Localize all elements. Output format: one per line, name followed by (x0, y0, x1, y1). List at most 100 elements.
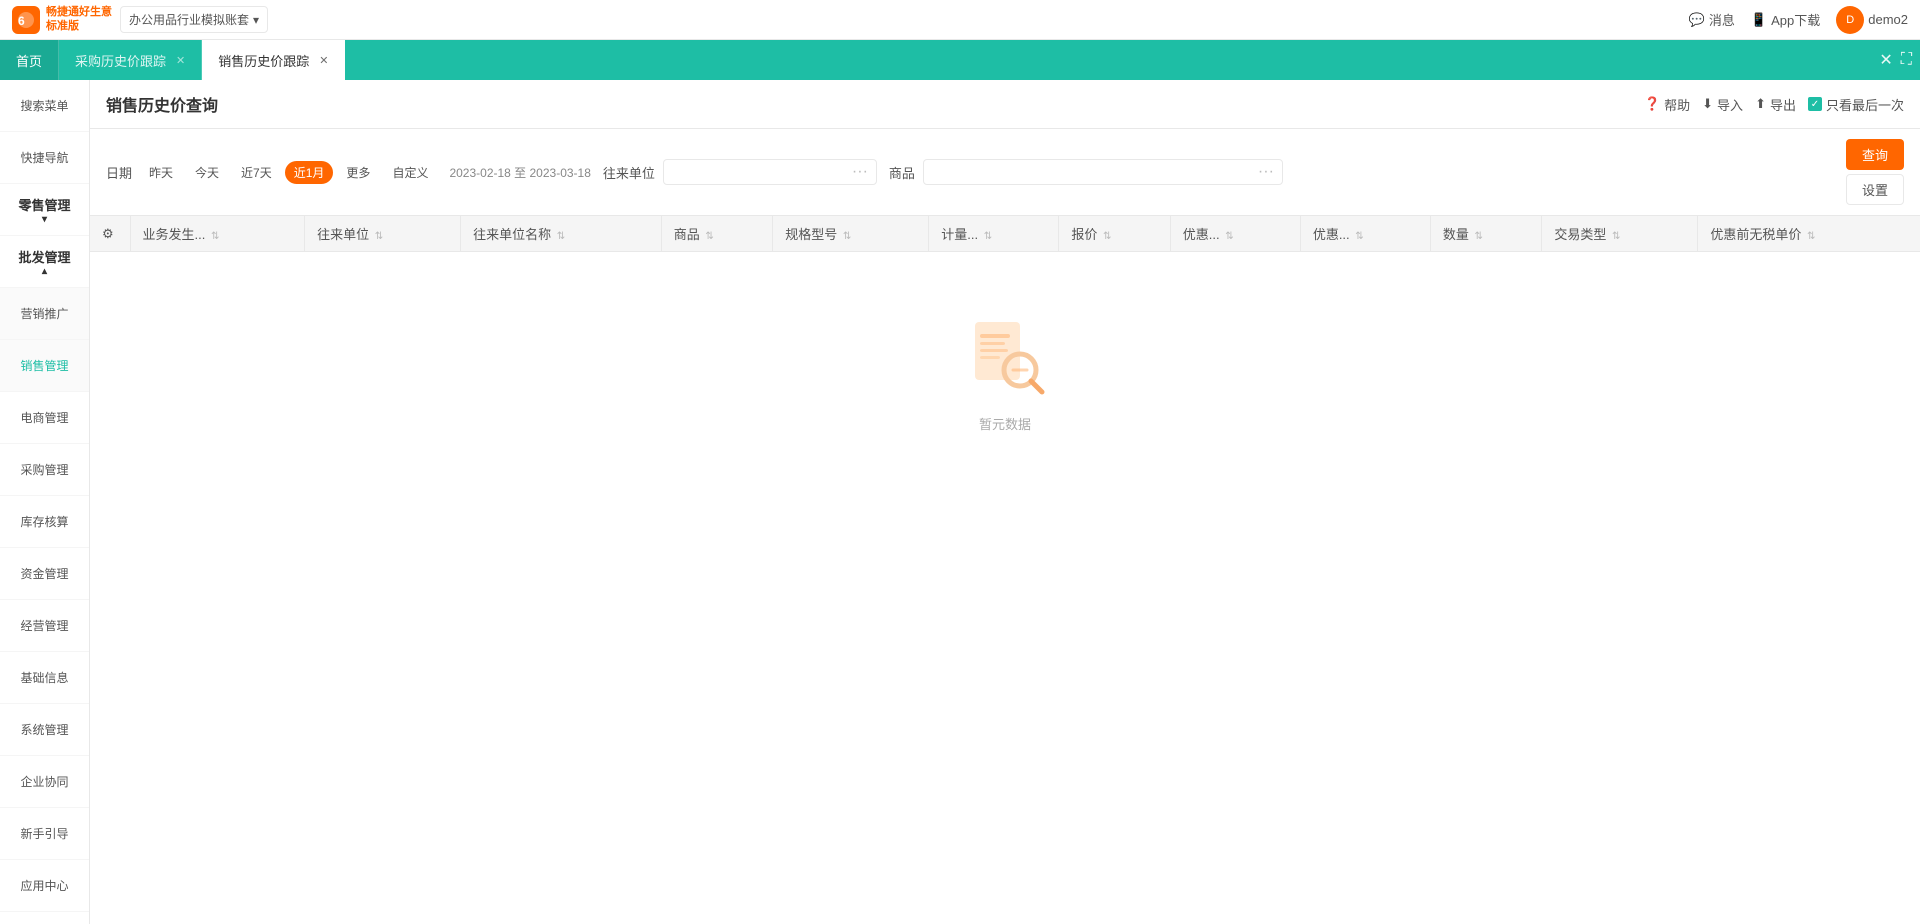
sidebar-item-system[interactable]: 系统管理 (0, 704, 89, 756)
date-filter-group: 日期 昨天 今天 近7天 近1月 更多 自定义 2023-02-18 至 202… (106, 161, 591, 184)
sort-icon-partner-name: ⇅ (557, 231, 565, 242)
export-btn[interactable]: ⬆ 导出 (1755, 95, 1796, 114)
sidebar: 搜索菜单 快捷导航 零售管理 ▾ 批发管理 ▴ 营销推广 销售管理 电商管理 采… (0, 80, 90, 924)
th-settings[interactable]: ⚙ (90, 216, 130, 252)
main-layout: 搜索菜单 快捷导航 零售管理 ▾ 批发管理 ▴ 营销推广 销售管理 电商管理 采… (0, 80, 1920, 924)
date-btn-1month[interactable]: 近1月 (285, 161, 334, 184)
sidebar-label-finance: 资金管理 (20, 565, 68, 582)
sort-icon-spec: ⇅ (843, 231, 851, 242)
th-trade-type[interactable]: 交易类型 ⇅ (1542, 216, 1698, 252)
tab-bar: 首页 采购历史价跟踪 ✕ 销售历史价跟踪 ✕ ✕ ⛶ (0, 40, 1920, 80)
data-table: ⚙ 业务发生... ⇅ 往来单位 ⇅ 往来单位名称 ⇅ (90, 216, 1920, 252)
avatar: D (1836, 6, 1864, 34)
sidebar-item-wholesale-mgmt[interactable]: 批发管理 ▴ (0, 236, 89, 288)
close-sales-tab[interactable]: ✕ (319, 54, 328, 67)
product-input[interactable] (932, 165, 1254, 180)
action-btns: 查询 设置 (1846, 139, 1904, 205)
th-partner-code[interactable]: 往来单位 ⇅ (305, 216, 461, 252)
date-btn-custom[interactable]: 自定义 (383, 161, 437, 184)
th-discount1[interactable]: 优惠... ⇅ (1170, 216, 1300, 252)
th-pretax-price-label: 优惠前无税单价 (1710, 227, 1801, 242)
th-partner-name[interactable]: 往来单位名称 ⇅ (461, 216, 662, 252)
partner-search-icon[interactable]: ··· (852, 163, 868, 181)
th-trade-type-label: 交易类型 (1554, 227, 1606, 242)
th-quantity-label: 数量 (1443, 227, 1469, 242)
settings-icon[interactable]: ⚙ (102, 226, 114, 241)
partner-input-group: ··· (663, 159, 877, 185)
message-icon: 💬 (1689, 12, 1705, 28)
sidebar-item-purchase[interactable]: 采购管理 (0, 444, 89, 496)
sidebar-label-ecommerce: 电商管理 (20, 409, 68, 426)
sidebar-label-app-center: 应用中心 (20, 877, 68, 894)
date-btn-yesterday[interactable]: 昨天 (140, 161, 182, 184)
th-product-label: 商品 (674, 227, 700, 242)
th-quote[interactable]: 报价 ⇅ (1059, 216, 1170, 252)
date-btn-today[interactable]: 今天 (186, 161, 228, 184)
chevron-down-icon: ▾ (42, 214, 47, 225)
app-icon: 📱 (1751, 12, 1767, 28)
sidebar-item-basic-info[interactable]: 基础信息 (0, 652, 89, 704)
th-discount2[interactable]: 优惠... ⇅ (1300, 216, 1430, 252)
sidebar-item-inventory[interactable]: 库存核算 (0, 496, 89, 548)
sidebar-item-corp-wechat[interactable]: 企业微信 (0, 912, 89, 924)
close-all-tabs-btn[interactable]: ✕ (1879, 50, 1892, 70)
product-input-group: ··· (923, 159, 1283, 185)
message-btn[interactable]: 💬 消息 (1689, 10, 1735, 29)
sidebar-item-finance[interactable]: 资金管理 (0, 548, 89, 600)
sidebar-label-marketing: 营销推广 (20, 305, 68, 322)
sidebar-label-inventory: 库存核算 (20, 513, 68, 530)
help-btn[interactable]: ❓ 帮助 (1644, 95, 1690, 114)
th-quantity[interactable]: 数量 ⇅ (1430, 216, 1541, 252)
help-label: 帮助 (1664, 95, 1690, 114)
user-btn[interactable]: D demo2 (1836, 6, 1908, 34)
export-label: 导出 (1770, 95, 1796, 114)
tab-home[interactable]: 首页 (0, 40, 59, 80)
th-biz-date[interactable]: 业务发生... ⇅ (130, 216, 305, 252)
sidebar-item-retail-mgmt[interactable]: 零售管理 ▾ (0, 184, 89, 236)
help-icon: ❓ (1644, 96, 1660, 112)
page-actions: ❓ 帮助 ⬇ 导入 ⬆ 导出 只看最后一次 (1644, 95, 1904, 114)
setting-button[interactable]: 设置 (1846, 174, 1904, 205)
product-search-icon[interactable]: ··· (1258, 163, 1274, 181)
app-download-btn[interactable]: 📱 App下载 (1751, 10, 1820, 29)
query-button[interactable]: 查询 (1846, 139, 1904, 170)
workspace-selector[interactable]: 办公用品行业模拟账套 ▾ (120, 6, 268, 33)
empty-text: 暂元数据 (979, 414, 1031, 433)
close-purchase-tab[interactable]: ✕ (176, 54, 185, 67)
th-product[interactable]: 商品 ⇅ (661, 216, 772, 252)
filter-bar: 日期 昨天 今天 近7天 近1月 更多 自定义 2023-02-18 至 202… (90, 129, 1920, 216)
sidebar-item-app-center[interactable]: 应用中心 (0, 860, 89, 912)
date-btn-7days[interactable]: 近7天 (232, 161, 281, 184)
partner-filter-label: 往来单位 (603, 163, 655, 182)
sidebar-item-sales-mgmt[interactable]: 销售管理 (0, 340, 89, 392)
sidebar-item-operations[interactable]: 经营管理 (0, 600, 89, 652)
page-title: 销售历史价查询 (106, 92, 218, 116)
sidebar-item-enterprise[interactable]: 企业协同 (0, 756, 89, 808)
sort-icon-quote: ⇅ (1103, 231, 1111, 242)
show-last-only-toggle[interactable]: 只看最后一次 (1808, 95, 1904, 114)
sort-icon-pretax-price: ⇅ (1807, 231, 1815, 242)
import-btn[interactable]: ⬇ 导入 (1702, 95, 1743, 114)
sidebar-label-quick-nav: 快捷导航 (20, 149, 68, 166)
sidebar-item-ecommerce[interactable]: 电商管理 (0, 392, 89, 444)
fullscreen-btn[interactable]: ⛶ (1901, 51, 1912, 69)
sort-icon-unit: ⇅ (984, 231, 992, 242)
th-pretax-price[interactable]: 优惠前无税单价 ⇅ (1698, 216, 1920, 252)
sidebar-item-quick-nav[interactable]: 快捷导航 (0, 132, 89, 184)
date-range-text: 2023-02-18 至 2023-03-18 (449, 164, 590, 181)
partner-input[interactable] (672, 165, 848, 180)
sidebar-item-new-guide[interactable]: 新手引导 (0, 808, 89, 860)
th-unit[interactable]: 计量... ⇅ (929, 216, 1059, 252)
svg-text:6: 6 (18, 14, 25, 28)
date-btn-more[interactable]: 更多 (337, 161, 379, 184)
sidebar-item-search-menu[interactable]: 搜索菜单 (0, 80, 89, 132)
purchase-tab-label: 采购历史价跟踪 (75, 51, 166, 70)
tab-purchase-history[interactable]: 采购历史价跟踪 ✕ (59, 40, 202, 80)
show-last-only-checkbox[interactable] (1808, 97, 1822, 111)
tab-sales-history[interactable]: 销售历史价跟踪 ✕ (202, 40, 345, 80)
sidebar-item-marketing[interactable]: 营销推广 (0, 288, 89, 340)
th-spec[interactable]: 规格型号 ⇅ (773, 216, 929, 252)
sort-icon-biz-date: ⇅ (211, 231, 219, 242)
chevron-up-icon: ▴ (42, 266, 47, 277)
top-bar-right: 💬 消息 📱 App下载 D demo2 (1689, 6, 1908, 34)
